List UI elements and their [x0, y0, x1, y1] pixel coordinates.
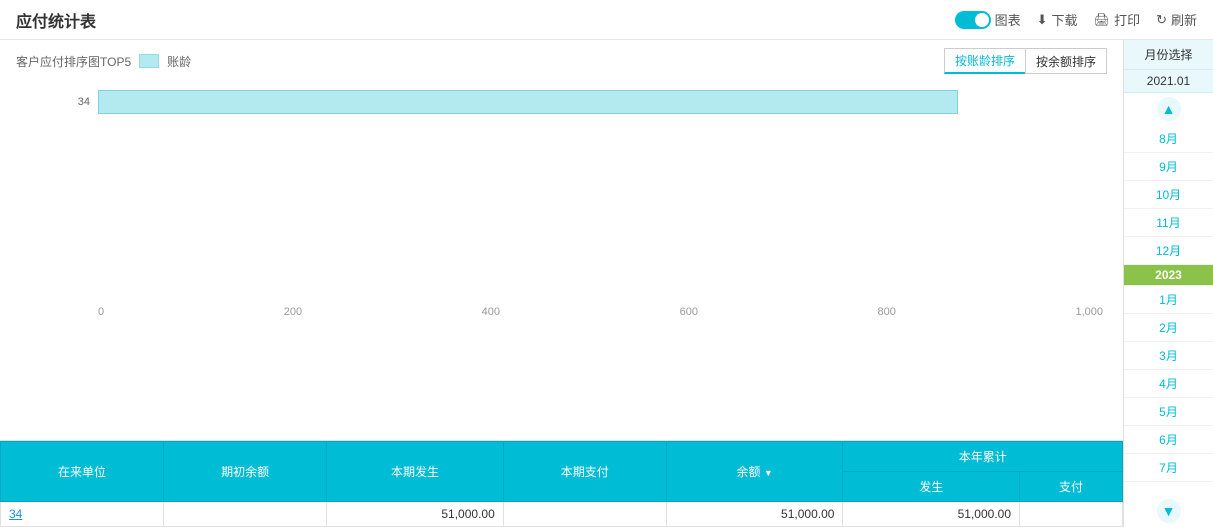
legend-box	[139, 54, 159, 68]
scroll-up-button[interactable]: ▲	[1157, 97, 1181, 121]
bar-chart: 34 856天	[60, 82, 1103, 302]
current-payment-cell	[503, 502, 666, 527]
download-button[interactable]: ⬇ 下载	[1037, 10, 1078, 29]
print-icon: 🖨	[1094, 12, 1111, 28]
col-unit: 在来单位	[1, 442, 164, 502]
sort-buttons: 按账龄排序 按余额排序	[944, 48, 1107, 74]
month-dec[interactable]: 12月	[1124, 237, 1213, 265]
chart-legend: 客户应付排序图TOP5 账龄	[16, 53, 191, 70]
sort-by-age-button[interactable]: 按账龄排序	[944, 48, 1025, 74]
ytd-occurrence-cell: 51,000.00	[843, 502, 1020, 527]
scroll-down-button[interactable]: ▼	[1157, 499, 1181, 523]
table-row: 34 51,000.00 51,000.00 51,000.00	[1, 502, 1123, 527]
chart-area: 34 856天 0 200 400 600 800 1,000	[0, 82, 1123, 440]
col-payment: 本期支付	[503, 442, 666, 502]
print-button[interactable]: 🖨 打印	[1094, 10, 1141, 29]
balance-cell: 51,000.00	[666, 502, 843, 527]
sort-by-balance-button[interactable]: 按余额排序	[1025, 48, 1107, 74]
month-sep[interactable]: 9月	[1124, 153, 1213, 181]
col-occurrence: 本期发生	[327, 442, 504, 502]
month-nov[interactable]: 11月	[1124, 209, 1213, 237]
x-axis: 0 200 400 600 800 1,000	[60, 302, 1103, 318]
year-input[interactable]	[1124, 70, 1213, 93]
ytd-payment-cell	[1020, 502, 1123, 527]
download-icon: ⬇	[1037, 12, 1048, 28]
nav-up: ▲	[1124, 93, 1213, 125]
bar-row: 34 856天	[60, 82, 1103, 122]
month-sidebar: 月份选择 ▲ 8月 9月 10月 11月 12月 2023 1月 2月 3月 4…	[1123, 40, 1213, 527]
chart-label: 图表	[995, 10, 1021, 29]
col-ytd: 本年累计	[843, 442, 1123, 472]
refresh-button[interactable]: ↻ 刷新	[1156, 10, 1197, 29]
month-apr[interactable]: 4月	[1124, 370, 1213, 398]
month-jun[interactable]: 6月	[1124, 426, 1213, 454]
data-table: 在来单位 期初余额 本期发生 本期支付 余额 ▼ 本年累计	[0, 441, 1123, 527]
col-ytd-occurrence: 发生	[843, 472, 1020, 502]
col-opening: 期初余额	[164, 442, 327, 502]
bar-container: 856天	[98, 90, 1103, 114]
month-oct[interactable]: 10月	[1124, 181, 1213, 209]
balance-sort-icon: ▼	[764, 468, 773, 478]
table-container: 在来单位 期初余额 本期发生 本期支付 余额 ▼ 本年累计	[0, 441, 1123, 527]
table-section: 在来单位 期初余额 本期发生 本期支付 余额 ▼ 本年累计	[0, 440, 1123, 527]
nav-down: ▼	[1124, 495, 1213, 527]
col-balance: 余额 ▼	[666, 442, 843, 502]
month-may[interactable]: 5月	[1124, 398, 1213, 426]
month-jan[interactable]: 1月	[1124, 286, 1213, 314]
chart-toggle-switch[interactable]	[955, 11, 991, 29]
opening-balance-cell	[164, 502, 327, 527]
month-mar[interactable]: 3月	[1124, 342, 1213, 370]
unit-cell[interactable]: 34	[1, 502, 164, 527]
col-ytd-payment: 支付	[1020, 472, 1123, 502]
chart-toggle[interactable]: 图表	[955, 10, 1021, 29]
month-feb[interactable]: 2月	[1124, 314, 1213, 342]
bar-label: 34	[60, 96, 90, 108]
current-occurrence-cell: 51,000.00	[327, 502, 504, 527]
refresh-icon: ↻	[1156, 12, 1167, 28]
page-title: 应付统计表	[16, 8, 96, 32]
year-2023-label: 2023	[1124, 265, 1213, 286]
sidebar-header: 月份选择	[1124, 40, 1213, 70]
bar-fill	[98, 90, 958, 114]
month-jul[interactable]: 7月	[1124, 454, 1213, 482]
month-aug[interactable]: 8月	[1124, 125, 1213, 153]
